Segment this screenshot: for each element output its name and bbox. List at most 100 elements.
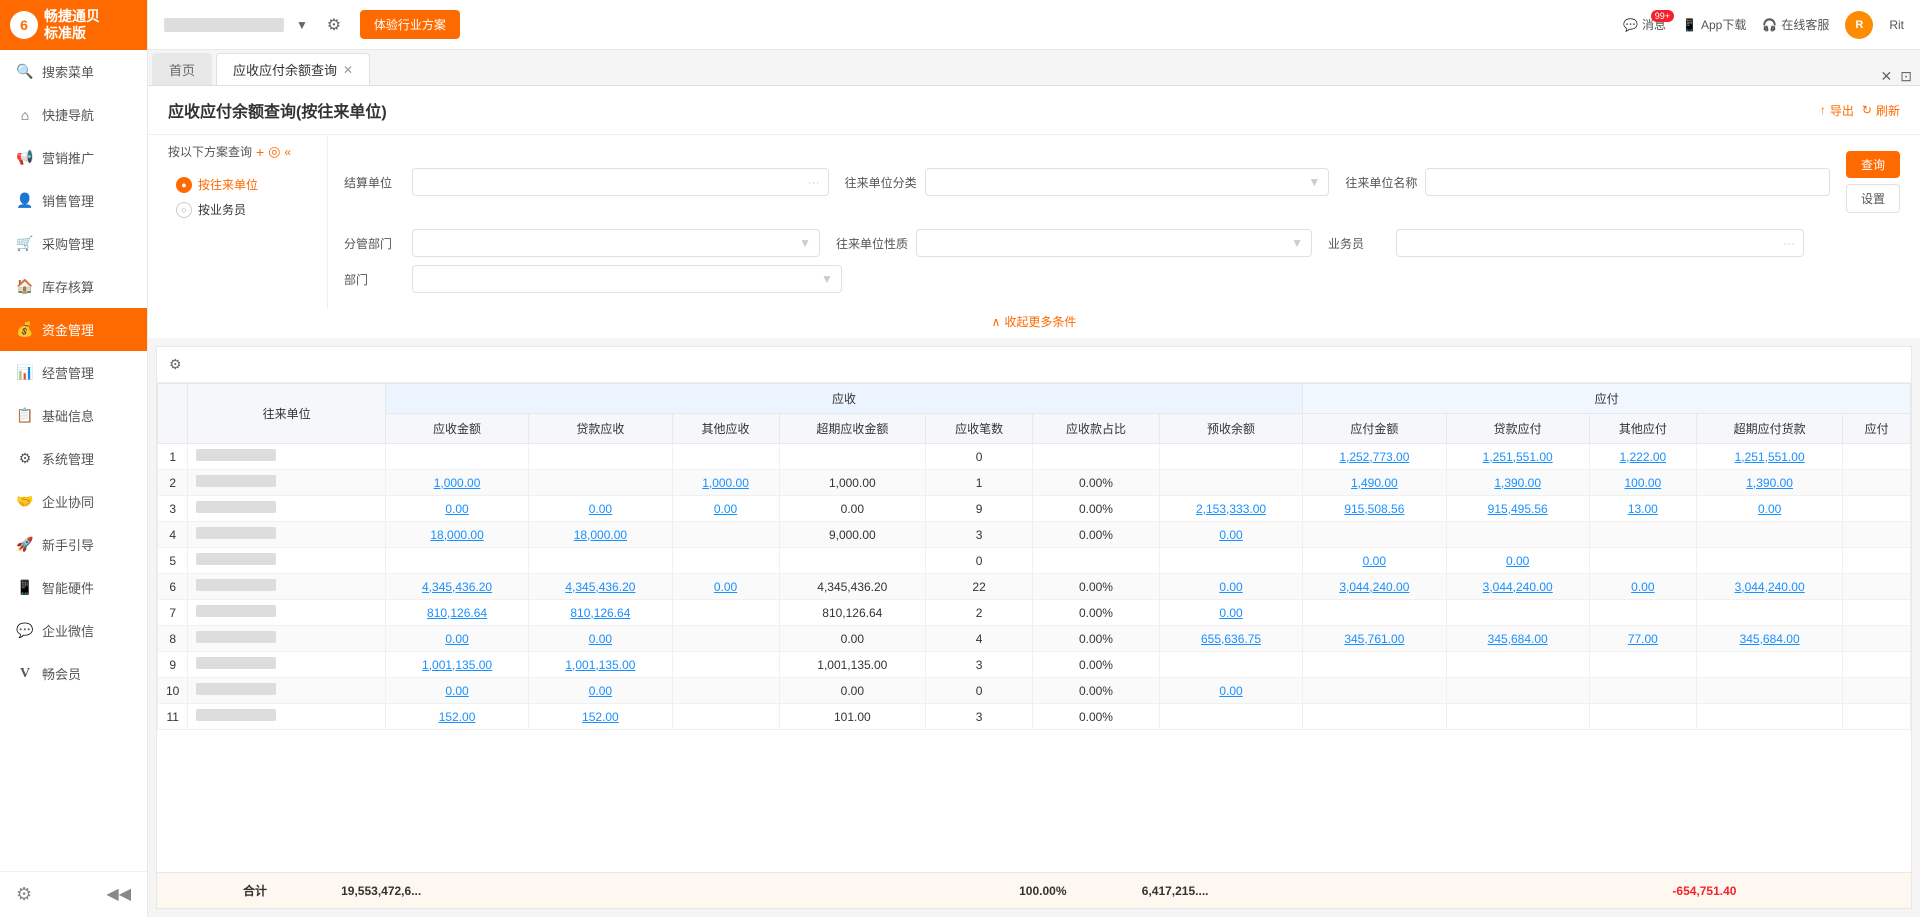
table-cell[interactable]: 1,251,551.00 [1696,444,1843,470]
table-cell[interactable]: 0.00 [672,574,779,600]
table-cell[interactable] [385,548,528,574]
scheme-settings-icon[interactable]: ◎ [268,143,280,160]
table-cell[interactable]: 0.00 [385,496,528,522]
table-cell[interactable]: 345,684.00 [1696,626,1843,652]
table-cell[interactable]: 1,001,135.00 [385,652,528,678]
table-cell[interactable] [672,678,779,704]
app-download-btn[interactable]: 📱 App下载 [1682,16,1746,33]
table-cell[interactable]: 1,490.00 [1303,470,1446,496]
window-close-icon[interactable]: ✕ [1881,68,1893,85]
sidebar-item-hardware[interactable]: 📱 智能硬件 [0,566,147,609]
export-btn[interactable]: ↑ 导出 [1820,102,1854,119]
table-cell[interactable]: 77.00 [1589,626,1696,652]
table-cell[interactable]: 0.00 [385,678,528,704]
sidebar-item-system[interactable]: ⚙ 系统管理 [0,437,147,480]
table-cell[interactable]: 152.00 [529,704,672,730]
sidebar-item-marketing[interactable]: 📢 营销推广 [0,136,147,179]
table-cell[interactable]: 1,000.00 [385,470,528,496]
table-cell[interactable] [529,548,672,574]
table-cell[interactable]: 18,000.00 [529,522,672,548]
table-cell[interactable]: 1,252,773.00 [1303,444,1446,470]
table-cell[interactable] [672,548,779,574]
table-cell[interactable]: 655,636.75 [1159,626,1302,652]
table-cell[interactable]: 2,153,333.00 [1159,496,1302,522]
table-cell[interactable] [672,522,779,548]
table-cell[interactable]: 1,000.00 [672,470,779,496]
sidebar-collapse-icon[interactable]: ◀◀ [106,884,131,905]
table-cell[interactable]: 345,684.00 [1446,626,1589,652]
sidebar-item-guide[interactable]: 🚀 新手引导 [0,523,147,566]
table-cell[interactable] [672,652,779,678]
table-cell[interactable]: 1,222.00 [1589,444,1696,470]
online-service-btn[interactable]: 🎧 在线客服 [1762,16,1829,33]
table-scroll[interactable]: 往来单位 应收 应付 应收金额 贷款应收 其他应收 超期应收金额 应收笔数 应收… [157,383,1911,872]
table-cell[interactable]: 0.00 [1159,574,1302,600]
table-cell[interactable]: 100.00 [1589,470,1696,496]
sidebar-item-search-menu[interactable]: 🔍 搜索菜单 [0,50,147,93]
settings-btn[interactable]: 设置 [1846,184,1900,213]
tab-home[interactable]: 首页 [152,53,212,85]
search-option-by-unit[interactable]: ● 按往来单位 [168,172,319,197]
table-cell[interactable]: 0.00 [672,496,779,522]
salesperson-input[interactable]: ··· [1396,229,1804,257]
username[interactable]: Rit [1889,18,1904,32]
table-cell[interactable]: 1,251,551.00 [1446,444,1589,470]
table-cell[interactable] [672,600,779,626]
sidebar-item-inventory[interactable]: 🏠 库存核算 [0,265,147,308]
unit-nature-input[interactable]: ▼ [916,229,1312,257]
sidebar-item-quick-nav[interactable]: ⌂ 快捷导航 [0,93,147,136]
avatar[interactable]: R [1845,11,1873,39]
sidebar-item-member[interactable]: V 畅会员 [0,652,147,695]
sidebar-item-basic[interactable]: 📋 基础信息 [0,394,147,437]
sidebar-item-capital[interactable]: 💰 资金管理 [0,308,147,351]
sidebar-settings-icon[interactable]: ⚙ [16,884,32,905]
table-cell[interactable]: 1,390.00 [1696,470,1843,496]
unit-category-input[interactable]: ▼ [925,168,1330,196]
table-cell[interactable]: 0.00 [1159,678,1302,704]
unit-name-input[interactable] [1425,168,1830,196]
topbar-dropdown-icon[interactable]: ▼ [296,18,308,32]
table-cell[interactable]: 915,495.56 [1446,496,1589,522]
table-cell[interactable]: 0.00 [1159,522,1302,548]
table-cell[interactable] [529,444,672,470]
tab-ar-ap[interactable]: 应收应付余额查询 ✕ [216,53,370,85]
dept-input[interactable]: ▼ [412,265,842,293]
table-cell[interactable] [672,626,779,652]
add-scheme-icon[interactable]: + [256,144,264,160]
table-cell[interactable]: 3,044,240.00 [1696,574,1843,600]
sidebar-item-operation[interactable]: 📊 经营管理 [0,351,147,394]
table-cell[interactable]: 0.00 [1159,600,1302,626]
collapse-btn[interactable]: ∧ 收起更多条件 [168,313,1900,330]
table-cell[interactable]: 0.00 [1446,548,1589,574]
table-cell[interactable]: 0.00 [385,626,528,652]
sidebar-item-corp[interactable]: 🤝 企业协同 [0,480,147,523]
settlement-unit-input[interactable]: ··· [412,168,829,196]
query-btn[interactable]: 查询 [1846,151,1900,178]
table-cell[interactable]: 1,390.00 [1446,470,1589,496]
table-cell[interactable]: 915,508.56 [1303,496,1446,522]
window-maximize-icon[interactable]: ⊡ [1900,68,1912,85]
table-cell[interactable]: 0.00 [529,496,672,522]
trial-btn[interactable]: 体验行业方案 [360,10,460,39]
gear-icon[interactable]: ⚙ [320,11,348,39]
table-cell[interactable] [672,444,779,470]
dept-mgr-input[interactable]: ▼ [412,229,820,257]
table-cell[interactable]: 0.00 [1696,496,1843,522]
table-cell[interactable] [672,704,779,730]
table-cell[interactable]: 4,345,436.20 [529,574,672,600]
sidebar-item-sales[interactable]: 👤 销售管理 [0,179,147,222]
refresh-btn[interactable]: ↻ 刷新 [1862,102,1900,119]
table-cell[interactable]: 0.00 [529,626,672,652]
table-cell[interactable]: 0.00 [1589,574,1696,600]
table-cell[interactable]: 152.00 [385,704,528,730]
table-cell[interactable] [529,470,672,496]
table-cell[interactable]: 1,001,135.00 [529,652,672,678]
table-cell[interactable]: 18,000.00 [385,522,528,548]
sidebar-item-wechat[interactable]: 💬 企业微信 [0,609,147,652]
table-cell[interactable]: 0.00 [1303,548,1446,574]
table-cell[interactable] [385,444,528,470]
table-settings-icon[interactable]: ⚙ [169,356,182,373]
sidebar-item-purchase[interactable]: 🛒 采购管理 [0,222,147,265]
scheme-collapse-icon[interactable]: « [284,145,291,159]
table-cell[interactable]: 345,761.00 [1303,626,1446,652]
